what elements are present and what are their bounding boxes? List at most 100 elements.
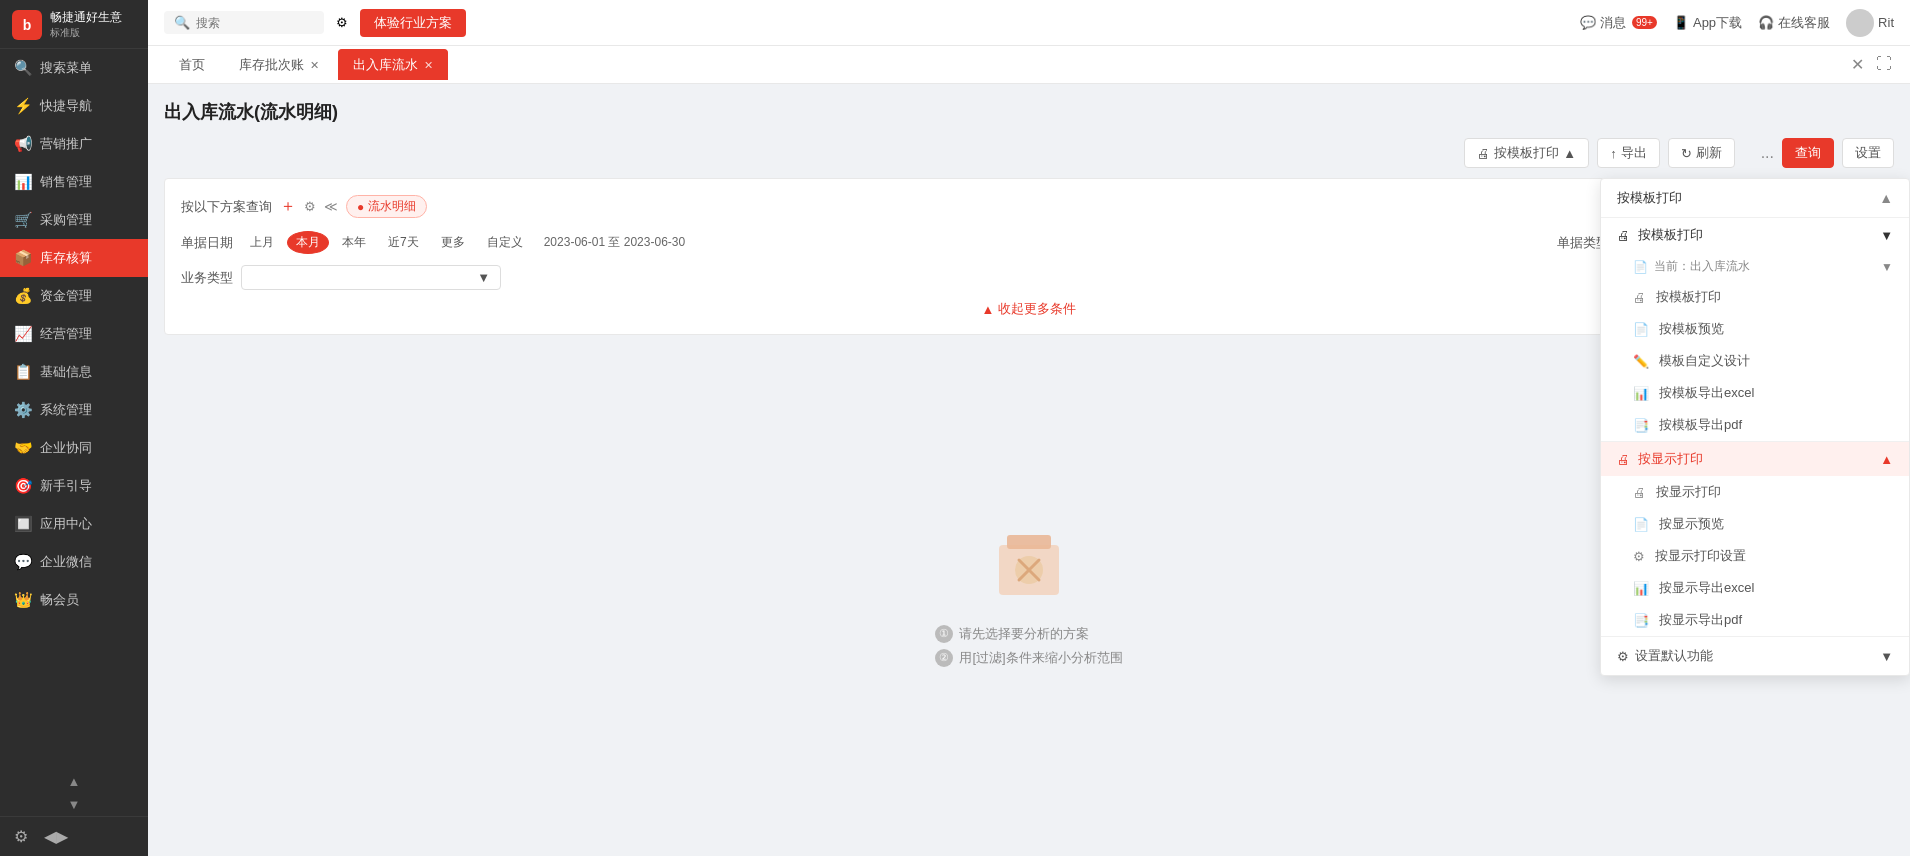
tab-batch[interactable]: 库存批次账 ✕ (224, 49, 334, 80)
sidebar-logo: b 畅捷通好生意 标准版 (0, 0, 148, 49)
sidebar-item-operation[interactable]: 📈经营管理 (0, 315, 148, 353)
refresh-icon: ↻ (1681, 146, 1692, 161)
dp-up-icon[interactable]: ▲ (1879, 190, 1893, 206)
sidebar-item-inventory[interactable]: 📦 库存核算 (0, 239, 148, 277)
collapse-btn[interactable]: ▲ 收起更多条件 (982, 300, 1077, 318)
date-btn-this-year[interactable]: 本年 (333, 231, 375, 254)
dp-section-display: 🖨 按显示打印 ▲ 🖨 按显示打印 📄 按显示预览 ⚙ 按显示打印设置 (1601, 442, 1909, 637)
tag-label: 流水明细 (368, 198, 416, 215)
sidebar-member-label: 畅会员 (40, 591, 79, 609)
sidebar-item-system[interactable]: ⚙️系统管理 (0, 391, 148, 429)
tab-flow[interactable]: 出入库流水 ✕ (338, 49, 448, 80)
sidebar-item-cooperation[interactable]: 🤝企业协同 (0, 429, 148, 467)
dp-display-print-label: 按显示打印 (1656, 483, 1721, 501)
date-btn-this-month[interactable]: 本月 (287, 231, 329, 254)
dp-section-template-header[interactable]: 🖨 按模板打印 ▼ (1601, 218, 1909, 252)
tabbar-controls: ✕ ⛶ (1849, 53, 1894, 76)
tab-batch-close[interactable]: ✕ (310, 59, 319, 72)
sidebar-scroll-arrow[interactable]: ▲ (0, 770, 148, 793)
dp-display-print-item[interactable]: 🖨 按显示打印 (1601, 476, 1909, 508)
page-title: 出入库流水(流水明细) (164, 100, 1894, 124)
sidebar-item-finance[interactable]: 💰资金管理 (0, 277, 148, 315)
dp-template-pdf-icon: 📑 (1633, 418, 1649, 433)
sidebar-item-basic[interactable]: 📋基础信息 (0, 353, 148, 391)
sidebar-item-app-center[interactable]: 🔲应用中心 (0, 505, 148, 543)
template-print-btn[interactable]: 🖨 按模板打印 ▲ (1464, 138, 1589, 168)
date-btn-custom[interactable]: 自定义 (478, 231, 532, 254)
app-download-btn[interactable]: 📱 App下载 (1673, 14, 1742, 32)
dp-display-pdf-item[interactable]: 📑 按显示导出pdf (1601, 604, 1909, 636)
business-type-select[interactable]: ▼ (241, 265, 501, 290)
dp-footer[interactable]: ⚙ 设置默认功能 ▼ (1601, 637, 1909, 675)
settings-icon[interactable]: ⚙ (14, 827, 28, 846)
tab-flow-close[interactable]: ✕ (424, 59, 433, 72)
search-input[interactable] (196, 16, 296, 30)
sidebar-item-search[interactable]: 🔍搜索菜单 (0, 49, 148, 87)
dp-display-printer-icon: 🖨 (1617, 452, 1630, 467)
online-service-btn[interactable]: 🎧 在线客服 (1758, 14, 1830, 32)
date-btn-7days[interactable]: 近7天 (379, 231, 428, 254)
collapse-icon[interactable]: ◀▶ (44, 827, 68, 846)
dp-display-preview-item[interactable]: 📄 按显示预览 (1601, 508, 1909, 540)
industry-btn[interactable]: 体验行业方案 (360, 9, 466, 37)
empty-step-1: ① 请先选择要分析的方案 (935, 625, 1122, 643)
filter-tag[interactable]: ● 流水明细 (346, 195, 427, 218)
dp-template-excel-item[interactable]: 📊 按模板导出excel (1601, 377, 1909, 409)
sidebar-item-quick-nav[interactable]: ⚡快捷导航 (0, 87, 148, 125)
sidebar-scroll-down[interactable]: ▼ (0, 793, 148, 816)
sidebar-item-wechat[interactable]: 💬企业微信 (0, 543, 148, 581)
dp-display-excel-label: 按显示导出excel (1659, 579, 1754, 597)
dp-template-preview-icon: 📄 (1633, 322, 1649, 337)
collapse-icon: ▲ (982, 302, 995, 317)
settings-btn[interactable]: 设置 (1842, 138, 1894, 168)
dp-section-display-header[interactable]: 🖨 按显示打印 ▲ (1601, 442, 1909, 476)
sidebar-item-marketing[interactable]: 📢营销推广 (0, 125, 148, 163)
dp-current-label: 📄 当前：出入库流水 ▼ (1601, 252, 1909, 281)
sidebar-inventory-label: 库存核算 (40, 249, 92, 267)
search-box[interactable]: 🔍 (164, 11, 324, 34)
dp-title: 按模板打印 (1617, 189, 1682, 207)
dp-display-preview-icon: 📄 (1633, 517, 1649, 532)
svg-rect-1 (1007, 535, 1051, 549)
query-btn[interactable]: 查询 (1782, 138, 1834, 168)
tabbar: 首页 库存批次账 ✕ 出入库流水 ✕ ✕ ⛶ (148, 46, 1910, 84)
tab-home[interactable]: 首页 (164, 49, 220, 80)
sidebar-item-purchase[interactable]: 🛒采购管理 (0, 201, 148, 239)
filter-collapse-icon[interactable]: ≪ (324, 199, 338, 214)
sidebar-item-member[interactable]: 👑畅会员 (0, 581, 148, 619)
dp-template-preview-item[interactable]: 📄 按模板预览 (1601, 313, 1909, 345)
step-1-text: 请先选择要分析的方案 (959, 625, 1089, 643)
headset-icon: 🎧 (1758, 15, 1774, 30)
close-all-icon[interactable]: ✕ (1849, 53, 1866, 76)
printer-icon: 🖨 (1477, 146, 1490, 161)
dp-template-pdf-item[interactable]: 📑 按模板导出pdf (1601, 409, 1909, 441)
maximize-icon[interactable]: ⛶ (1874, 53, 1894, 76)
sidebar-inventory-icon: 📦 (14, 249, 32, 267)
more-options-btn[interactable]: ... (1761, 144, 1774, 162)
message-btn[interactable]: 💬 消息 99+ (1580, 14, 1657, 32)
sidebar-marketing-label: 营销推广 (40, 135, 92, 153)
refresh-btn[interactable]: ↻ 刷新 (1668, 138, 1735, 168)
sidebar-item-sales[interactable]: 📊销售管理 (0, 163, 148, 201)
step-1-num: ① (935, 625, 953, 643)
dp-template-excel-label: 按模板导出excel (1659, 384, 1754, 402)
user-btn[interactable]: Rit (1846, 9, 1894, 37)
dp-display-excel-item[interactable]: 📊 按显示导出excel (1601, 572, 1909, 604)
filter-settings-icon[interactable]: ⚙ (304, 199, 316, 214)
search-icon: 🔍 (174, 15, 190, 30)
date-btn-more[interactable]: 更多 (432, 231, 474, 254)
export-btn[interactable]: ↑ 导出 (1597, 138, 1660, 168)
sidebar-purchase-label: 采购管理 (40, 211, 92, 229)
empty-step-2: ② 用[过滤]条件来缩小分析范围 (935, 649, 1122, 667)
business-type-dropdown-icon: ▼ (477, 270, 490, 285)
dp-header-controls: ▲ (1879, 190, 1893, 206)
dp-display-excel-icon: 📊 (1633, 581, 1649, 596)
topbar-settings-icon[interactable]: ⚙ (336, 15, 348, 30)
sidebar-item-guide[interactable]: 🎯新手引导 (0, 467, 148, 505)
business-type-label: 业务类型 (181, 269, 233, 287)
date-btn-last-month[interactable]: 上月 (241, 231, 283, 254)
dp-template-print-item[interactable]: 🖨 按模板打印 (1601, 281, 1909, 313)
filter-add-btn[interactable]: ＋ (280, 196, 296, 217)
dp-template-custom-item[interactable]: ✏️ 模板自定义设计 (1601, 345, 1909, 377)
dp-display-settings-item[interactable]: ⚙ 按显示打印设置 (1601, 540, 1909, 572)
